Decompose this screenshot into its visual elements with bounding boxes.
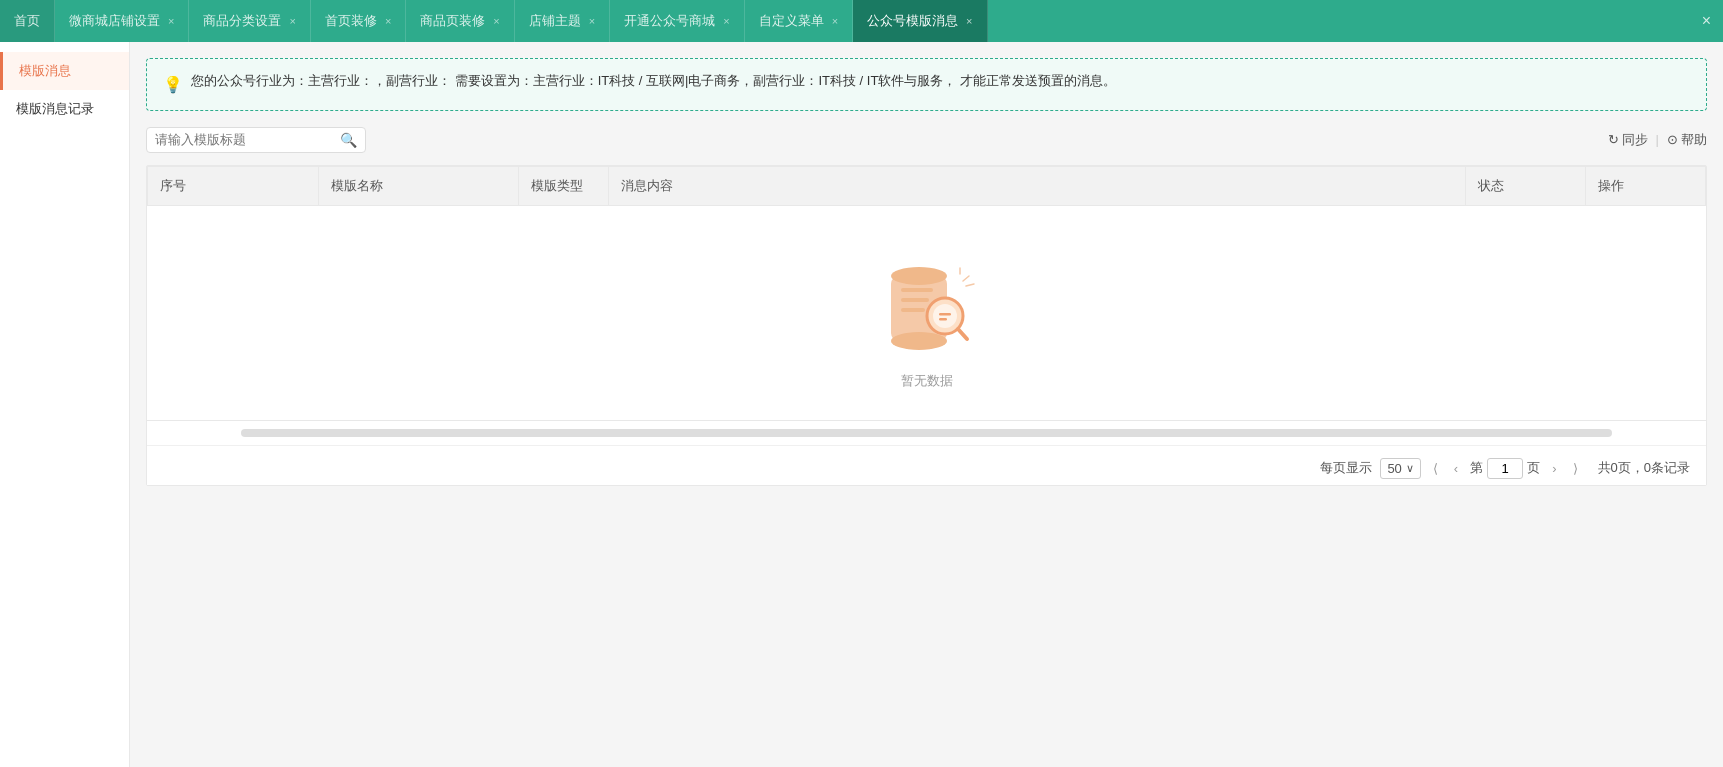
- search-box[interactable]: 🔍: [146, 127, 366, 153]
- nav-home-deco-label: 首页装修: [325, 12, 377, 30]
- nav-open-mall-label: 开通公众号商城: [624, 12, 715, 30]
- nav-template-msg-label: 公众号模版消息: [867, 12, 958, 30]
- notice-text: 您的公众号行业为：主营行业：，副营行业： 需要设置为：主营行业：IT科技 / 互…: [191, 71, 1116, 92]
- help-button[interactable]: ⊙ 帮助: [1667, 131, 1707, 149]
- total-info: 共0页，0条记录: [1598, 459, 1690, 477]
- nav-custom-menu[interactable]: 自定义菜单 ×: [745, 0, 853, 42]
- per-page-chevron-icon: ∨: [1406, 462, 1414, 475]
- col-status: 状态: [1466, 166, 1586, 205]
- toolbar-row: 🔍 ↻ 同步 | ⊙ 帮助: [146, 127, 1707, 153]
- nav-home-deco[interactable]: 首页装修 ×: [311, 0, 406, 42]
- nav-product-deco-label: 商品页装修: [420, 12, 485, 30]
- nav-custom-menu-label: 自定义菜单: [759, 12, 824, 30]
- nav-template-msg[interactable]: 公众号模版消息 ×: [853, 0, 987, 42]
- nav-custom-menu-close[interactable]: ×: [832, 15, 838, 27]
- content-area: 💡 您的公众号行业为：主营行业：，副营行业： 需要设置为：主营行业：IT科技 /…: [130, 42, 1723, 767]
- svg-line-11: [958, 329, 967, 339]
- notice-prefix: 您的公众号行业为：主营行业：，副营行业：: [191, 73, 451, 88]
- nav-open-mall-close[interactable]: ×: [723, 15, 729, 27]
- nav-close-all-button[interactable]: ×: [1690, 12, 1723, 30]
- empty-state: 暂无数据: [148, 206, 1706, 420]
- svg-point-8: [933, 304, 957, 328]
- notice-icon: 💡: [163, 72, 183, 98]
- page-number-input[interactable]: [1487, 458, 1523, 479]
- pagination-row: 每页显示 50 ∨ ⟨ ‹ 第 页 › ⟩ 共0页，0条记录: [147, 445, 1706, 485]
- page-label-before: 第: [1470, 459, 1483, 477]
- svg-rect-6: [901, 308, 925, 312]
- nav-category[interactable]: 商品分类设置 ×: [189, 0, 310, 42]
- sync-button[interactable]: ↻ 同步: [1608, 131, 1648, 149]
- sidebar-item-template-msg-log-label: 模版消息记录: [16, 101, 94, 116]
- nav-home-label: 首页: [14, 12, 40, 30]
- col-index: 序号: [148, 166, 319, 205]
- table-header-row: 序号 模版名称 模版类型 消息内容 状态: [148, 166, 1706, 205]
- main-layout: 模版消息 模版消息记录 💡 您的公众号行业为：主营行业：，副营行业： 需要设置为…: [0, 42, 1723, 767]
- last-page-button[interactable]: ⟩: [1569, 459, 1582, 478]
- nav-open-mall[interactable]: 开通公众号商城 ×: [610, 0, 744, 42]
- nav-home-deco-close[interactable]: ×: [385, 15, 391, 27]
- data-table: 序号 模版名称 模版类型 消息内容 状态: [147, 166, 1706, 420]
- sync-label: 同步: [1622, 131, 1648, 149]
- svg-rect-4: [901, 288, 933, 292]
- sync-icon: ↻: [1608, 132, 1619, 147]
- nav-home[interactable]: 首页: [0, 0, 55, 42]
- table-wrapper: 序号 模版名称 模版类型 消息内容 状态: [146, 165, 1707, 486]
- nav-theme-label: 店铺主题: [529, 12, 581, 30]
- empty-row: 暂无数据: [148, 205, 1706, 420]
- nav-theme[interactable]: 店铺主题 ×: [515, 0, 610, 42]
- nav-wsc-setup-label: 微商城店铺设置: [69, 12, 160, 30]
- nav-theme-close[interactable]: ×: [589, 15, 595, 27]
- per-page-select[interactable]: 50 ∨: [1380, 458, 1420, 479]
- col-type: 模版类型: [519, 166, 609, 205]
- page-label-after: 页: [1527, 459, 1540, 477]
- col-name: 模版名称: [319, 166, 519, 205]
- help-icon: ⊙: [1667, 132, 1678, 147]
- sidebar-item-template-msg[interactable]: 模版消息: [0, 52, 129, 90]
- first-page-button[interactable]: ⟨: [1429, 459, 1442, 478]
- search-input[interactable]: [155, 132, 340, 147]
- toolbar-right: ↻ 同步 | ⊙ 帮助: [1608, 131, 1707, 149]
- nav-wsc-setup[interactable]: 微商城店铺设置 ×: [55, 0, 189, 42]
- toolbar-divider: |: [1656, 132, 1659, 147]
- scrollbar-container[interactable]: [147, 420, 1706, 445]
- sidebar: 模版消息 模版消息记录: [0, 42, 130, 767]
- empty-text: 暂无数据: [148, 372, 1706, 390]
- svg-rect-5: [901, 298, 929, 302]
- nav-product-deco-close[interactable]: ×: [493, 15, 499, 27]
- nav-product-deco[interactable]: 商品页装修 ×: [406, 0, 514, 42]
- svg-rect-9: [939, 313, 951, 316]
- col-content: 消息内容: [609, 166, 1466, 205]
- svg-rect-10: [939, 318, 947, 321]
- next-page-button[interactable]: ›: [1548, 459, 1560, 478]
- svg-line-12: [963, 276, 969, 281]
- prev-page-button[interactable]: ‹: [1450, 459, 1462, 478]
- notice-highlight: 需要设置为：主营行业：IT科技 / 互联网|电子商务，副营行业：IT科技 / I…: [455, 73, 957, 88]
- notice-box: 💡 您的公众号行业为：主营行业：，副营行业： 需要设置为：主营行业：IT科技 /…: [146, 58, 1707, 111]
- top-nav-bar: 首页 微商城店铺设置 × 商品分类设置 × 首页装修 × 商品页装修 × 店铺主…: [0, 0, 1723, 42]
- per-page-value: 50: [1387, 461, 1401, 476]
- nav-category-close[interactable]: ×: [289, 15, 295, 27]
- notice-suffix: 才能正常发送预置的消息。: [960, 73, 1116, 88]
- col-action: 操作: [1586, 166, 1706, 205]
- nav-wsc-setup-close[interactable]: ×: [168, 15, 174, 27]
- empty-illustration: [867, 246, 987, 356]
- nav-template-msg-close[interactable]: ×: [966, 15, 972, 27]
- svg-line-13: [966, 284, 974, 286]
- table-body: 暂无数据: [148, 205, 1706, 420]
- sidebar-item-template-msg-label: 模版消息: [19, 63, 71, 78]
- sidebar-item-template-msg-log[interactable]: 模版消息记录: [0, 90, 129, 128]
- help-label: 帮助: [1681, 131, 1707, 149]
- svg-point-2: [891, 267, 947, 285]
- svg-point-3: [891, 332, 947, 350]
- page-input-wrap: 第 页: [1470, 458, 1540, 479]
- fake-scrollbar[interactable]: [241, 429, 1613, 437]
- per-page-label: 每页显示: [1320, 459, 1372, 477]
- search-icon[interactable]: 🔍: [340, 132, 357, 148]
- nav-category-label: 商品分类设置: [203, 12, 281, 30]
